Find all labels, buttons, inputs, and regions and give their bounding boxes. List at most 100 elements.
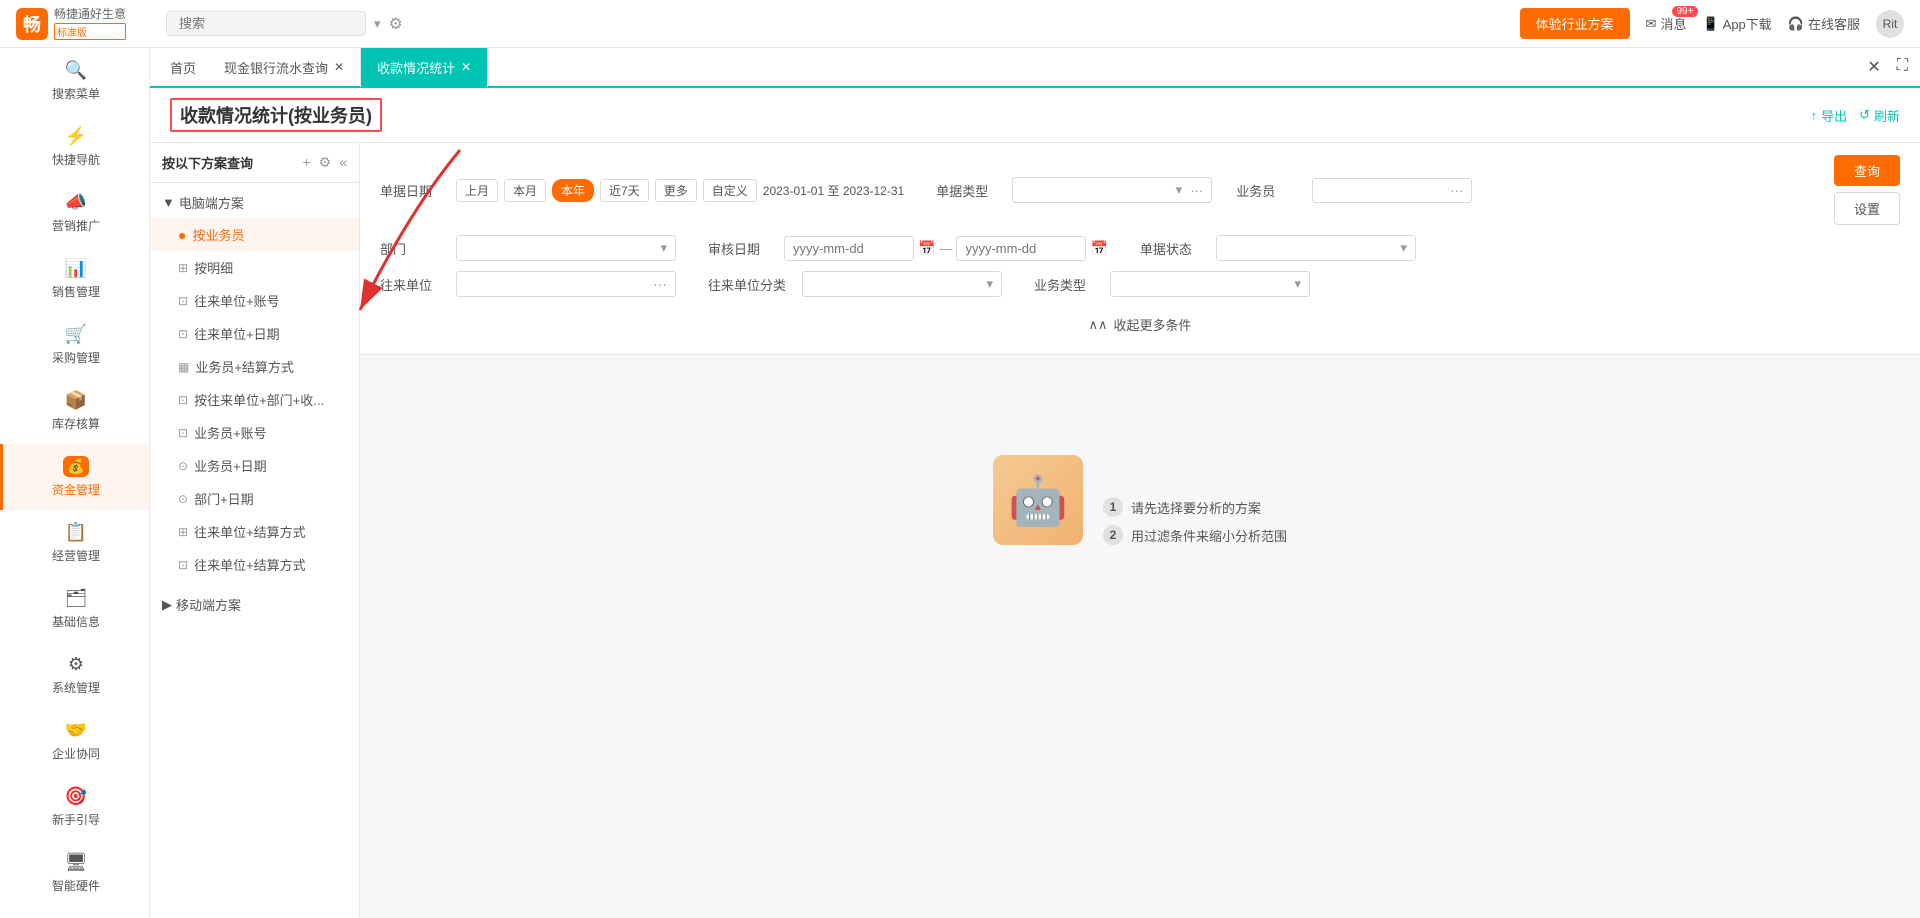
dropdown-icon[interactable]: ▾ bbox=[374, 16, 381, 32]
export-button[interactable]: ↑ 导出 bbox=[1811, 106, 1848, 125]
empty-state: 🤖 1 请先选择要分析的方案 2 用过滤条件来缩小分析范围 bbox=[993, 455, 1287, 545]
sidebar-item-sales[interactable]: 📊 销售管理 bbox=[0, 246, 149, 312]
scheme-item-salesman[interactable]: ● 按业务员 bbox=[150, 218, 359, 251]
refresh-button[interactable]: ↺ 刷新 bbox=[1859, 106, 1900, 125]
sidebar-item-sysadmin[interactable]: ⚙ 系统管理 bbox=[0, 642, 149, 708]
search-input[interactable] bbox=[166, 11, 366, 36]
sidebar-item-operation[interactable]: 📋 经营管理 bbox=[0, 510, 149, 576]
scheme-item-dept-combined[interactable]: ⊡ 按往来单位+部门+收... bbox=[150, 383, 359, 416]
app-badge: 标准版 bbox=[54, 23, 126, 40]
trial-button[interactable]: 体验行业方案 bbox=[1520, 8, 1630, 39]
tab-collection-stats[interactable]: 收款情况统计 ✕ bbox=[361, 48, 488, 87]
main-layout: 🔍 搜索菜单 ⚡ 快捷导航 📣 营销推广 📊 销售管理 🛒 采购管理 📦 库存核… bbox=[0, 48, 1920, 918]
user-profile[interactable]: Rit bbox=[1876, 10, 1904, 38]
filter-content-area: 按以下方案查询 + ⚙ « ▼ 电脑端方案 ● 按业务员 bbox=[150, 143, 1920, 918]
scheme-item-counterpart-settlement2[interactable]: ⊡ 往来单位+结算方式 bbox=[150, 548, 359, 581]
basicinfo-icon: 🗂 bbox=[65, 588, 88, 609]
sidebar-item-search[interactable]: 🔍 搜索菜单 bbox=[0, 48, 149, 114]
scheme-item-counterpart-account[interactable]: ⊡ 往来单位+账号 bbox=[150, 284, 359, 317]
tip-num-1: 1 bbox=[1103, 497, 1123, 517]
biz-type-dropdown: ▾ bbox=[1294, 276, 1301, 292]
item-icon-ca: ⊡ bbox=[178, 294, 188, 308]
tab-close-all[interactable]: ✕ bbox=[1863, 53, 1884, 81]
scheme-settings-button[interactable]: ⚙ bbox=[319, 154, 332, 171]
online-service-button[interactable]: 🎧 在线客服 bbox=[1788, 14, 1860, 33]
app-name: 畅捷通好生意 bbox=[54, 7, 126, 23]
sidebar-label-newbie: 新手引导 bbox=[52, 811, 100, 828]
calendar-icon-end[interactable]: 📅 bbox=[1090, 240, 1107, 257]
sidebar-item-basicinfo[interactable]: 🗂 基础信息 bbox=[0, 576, 149, 642]
scheme-item-salesman-date[interactable]: ⊙ 业务员+日期 bbox=[150, 449, 359, 482]
biz-type-select[interactable]: ▾ bbox=[1110, 271, 1310, 297]
scheme-section-mobile-header[interactable]: ▶ 移动端方案 bbox=[150, 589, 359, 620]
sidebar-label-collab: 企业协同 bbox=[52, 745, 100, 762]
date-btn-lastmonth[interactable]: 上月 bbox=[456, 179, 498, 202]
category-more-icon[interactable]: ··· bbox=[1190, 183, 1203, 198]
item-icon-cs2: ⊡ bbox=[178, 558, 188, 572]
sidebar-item-weixin[interactable]: 💬 企业微信 bbox=[0, 906, 149, 918]
app-download-button[interactable]: 📱 App下载 bbox=[1702, 14, 1771, 33]
date-btn-custom[interactable]: 自定义 bbox=[703, 179, 757, 202]
scheme-item-dept-date[interactable]: ⊙ 部门+日期 bbox=[150, 482, 359, 515]
sidebar-label-purchase: 采购管理 bbox=[52, 349, 100, 366]
scheme-collapse-button[interactable]: « bbox=[339, 154, 347, 171]
filter-row-3: 往来单位 ··· 往来单位分类 ▾ 业务类型 bbox=[380, 271, 1900, 297]
tab-bar: 首页 现金银行流水查询 ✕ 收款情况统计 ✕ ✕ ⛶ bbox=[150, 48, 1920, 88]
sidebar-item-hardware[interactable]: 🖥 智能硬件 bbox=[0, 840, 149, 906]
calendar-icon-start[interactable]: 📅 bbox=[918, 240, 935, 257]
category-select[interactable]: ▾ ··· bbox=[1012, 177, 1212, 203]
dept-select[interactable]: ▾ bbox=[456, 235, 676, 261]
message-badge: 99+ bbox=[1672, 6, 1699, 17]
counterpart-more-icon[interactable]: ··· bbox=[653, 276, 667, 292]
tab-close-bank[interactable]: ✕ bbox=[334, 60, 344, 74]
sidebar-label-basicinfo: 基础信息 bbox=[52, 613, 100, 630]
collapse-bar[interactable]: ∧∧ 收起更多条件 bbox=[380, 307, 1900, 342]
scheme-item-counterpart-date[interactable]: ⊡ 往来单位+日期 bbox=[150, 317, 359, 350]
doc-status-dropdown: ▾ bbox=[1400, 240, 1407, 256]
header-search-area: ▾ ⚙ bbox=[166, 11, 1520, 36]
counterpart-select[interactable]: ··· bbox=[456, 271, 676, 297]
sidebar-item-newbie[interactable]: 🎯 新手引导 bbox=[0, 774, 149, 840]
sidebar-item-marketing[interactable]: 📣 营销推广 bbox=[0, 180, 149, 246]
scheme-section-desktop-header[interactable]: ▼ 电脑端方案 bbox=[150, 187, 359, 218]
date-btn-7days[interactable]: 近7天 bbox=[600, 179, 649, 202]
content-area: 首页 现金银行流水查询 ✕ 收款情况统计 ✕ ✕ ⛶ 收款情况统计(按业务员) … bbox=[150, 48, 1920, 918]
user-avatar: Rit bbox=[1876, 10, 1904, 38]
review-date-start[interactable] bbox=[784, 236, 914, 261]
tab-maximize[interactable]: ⛶ bbox=[1893, 53, 1912, 81]
sysadmin-icon: ⚙ bbox=[68, 654, 84, 675]
export-icon: ↑ bbox=[1811, 108, 1818, 123]
date-btn-more[interactable]: 更多 bbox=[655, 179, 697, 202]
scheme-item-detail[interactable]: ⊞ 按明细 bbox=[150, 251, 359, 284]
tab-close-collection[interactable]: ✕ bbox=[461, 60, 471, 74]
setting-button[interactable]: 设置 bbox=[1834, 192, 1900, 225]
date-btn-thisyear[interactable]: 本年 bbox=[552, 179, 594, 202]
counterpart-cat-select[interactable]: ▾ bbox=[802, 271, 1002, 297]
date-btn-thismonth[interactable]: 本月 bbox=[504, 179, 546, 202]
sidebar-label-inventory: 库存核算 bbox=[52, 415, 100, 432]
salesman-select[interactable]: ··· bbox=[1312, 178, 1472, 203]
settings-icon[interactable]: ⚙ bbox=[389, 14, 403, 34]
scheme-item-salesman-settlement[interactable]: ▦ 业务员+结算方式 bbox=[150, 350, 359, 383]
query-button[interactable]: 查询 bbox=[1834, 155, 1900, 186]
scheme-item-counterpart-settlement1[interactable]: ⊞ 往来单位+结算方式 bbox=[150, 515, 359, 548]
collapse-icon: ∧∧ bbox=[1088, 317, 1107, 333]
scheme-panel-header: 按以下方案查询 + ⚙ « bbox=[150, 143, 359, 183]
biz-type-label: 业务类型 bbox=[1034, 275, 1094, 294]
message-button[interactable]: ✉ 消息 99+ bbox=[1646, 14, 1687, 33]
sidebar-item-finance[interactable]: 💰 资金管理 bbox=[0, 444, 149, 510]
scheme-section-desktop: ▼ 电脑端方案 ● 按业务员 ⊞ 按明细 ⊡ 往来单位+账号 bbox=[150, 183, 359, 585]
doc-status-select[interactable]: ▾ bbox=[1216, 235, 1416, 261]
sidebar-item-purchase[interactable]: 🛒 采购管理 bbox=[0, 312, 149, 378]
date-buttons: 上月 本月 本年 近7天 更多 自定义 2023-01-01 至 2023-12… bbox=[456, 179, 904, 202]
tab-home[interactable]: 首页 bbox=[158, 48, 208, 87]
sidebar-item-inventory[interactable]: 📦 库存核算 bbox=[0, 378, 149, 444]
tab-bank-flow[interactable]: 现金银行流水查询 ✕ bbox=[208, 48, 361, 87]
sidebar-label-operation: 经营管理 bbox=[52, 547, 100, 564]
sidebar-item-collab[interactable]: 🤝 企业协同 bbox=[0, 708, 149, 774]
scheme-add-button[interactable]: + bbox=[302, 154, 310, 171]
sidebar-item-quicknav[interactable]: ⚡ 快捷导航 bbox=[0, 114, 149, 180]
empty-tip-1: 1 请先选择要分析的方案 bbox=[1103, 497, 1287, 517]
scheme-item-salesman-account[interactable]: ⊡ 业务员+账号 bbox=[150, 416, 359, 449]
review-date-end[interactable] bbox=[956, 236, 1086, 261]
